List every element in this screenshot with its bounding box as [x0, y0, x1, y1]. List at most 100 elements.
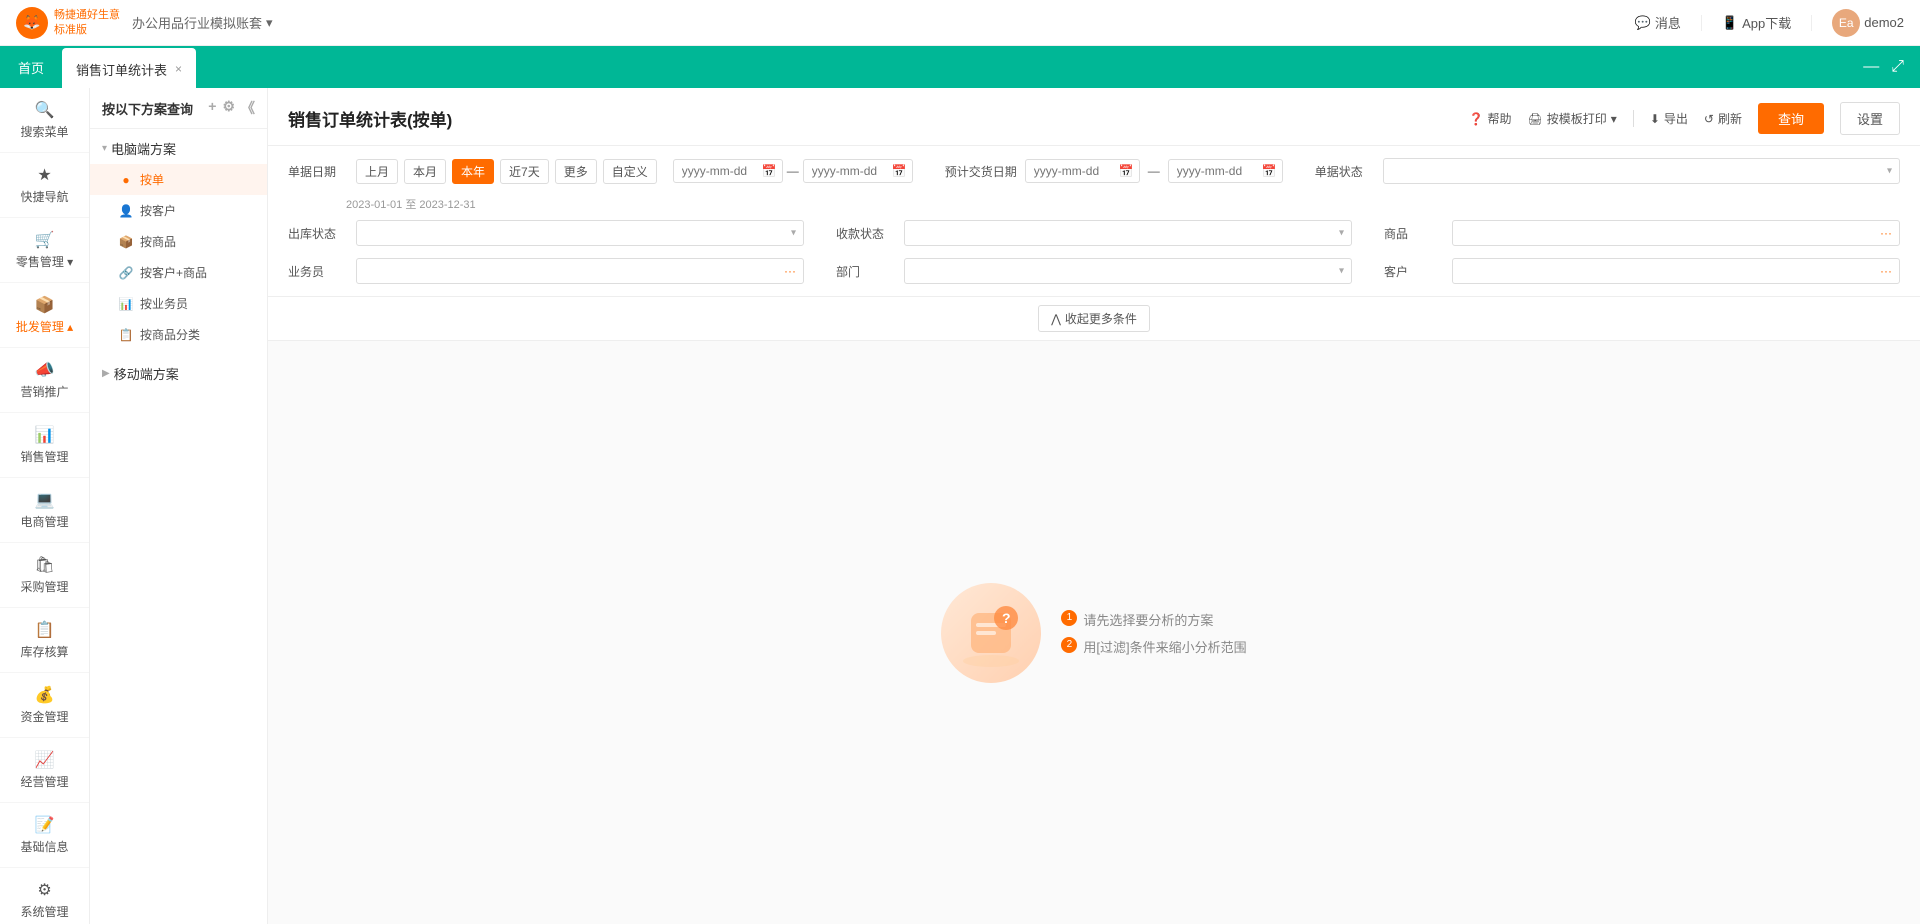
- product-input[interactable]: [1452, 220, 1900, 246]
- sidebar-item-operations[interactable]: 📈 经营管理: [0, 738, 89, 803]
- delivery-status-label: 出库状态: [288, 225, 348, 242]
- help-icon: ❓: [1469, 112, 1484, 126]
- sales-icon: 📊: [0, 425, 89, 445]
- app-logo[interactable]: 🦊 畅捷通好生意 标准版: [16, 7, 120, 39]
- tree-section-pc: ▾ 电脑端方案 ● 按单 👤 按客户 📦 按商品 🔗 按客户+商品 📊 按业: [90, 129, 267, 354]
- custom-btn[interactable]: 自定义: [603, 159, 657, 184]
- refresh-icon: ↺: [1704, 112, 1714, 126]
- doc-status-select[interactable]: [1383, 158, 1900, 184]
- divider2: [1811, 15, 1812, 31]
- left-panel-header-icons: + ⚙ 《: [208, 98, 255, 118]
- sidebar-item-quick-nav[interactable]: ★ 快捷导航: [0, 153, 89, 218]
- salesperson-input[interactable]: [356, 258, 804, 284]
- filter-row-3: 业务员 ··· 部门 ▾ 客户: [288, 258, 1900, 284]
- date-button-group: 上月 本月 本年 近7天 更多 自定义: [356, 159, 657, 184]
- app-download-button[interactable]: 📱 App下载: [1722, 13, 1791, 32]
- help-button[interactable]: ❓ 帮助: [1469, 110, 1512, 127]
- print-button[interactable]: 🖨 按模板打印 ▾: [1528, 110, 1634, 127]
- product-icon: 📦: [118, 234, 134, 250]
- wholesale-icon: 📦: [0, 295, 89, 315]
- message-icon: 💬: [1635, 15, 1651, 31]
- tree-parent-mobile[interactable]: ▶ 移动端方案: [90, 358, 267, 389]
- department-label: 部门: [836, 263, 896, 280]
- svg-text:?: ?: [1002, 610, 1011, 626]
- cal-expected-to-icon: 📅: [1262, 164, 1277, 178]
- filter-row-1: 单据日期 上月 本月 本年 近7天 更多 自定义 📅 —: [288, 158, 1900, 184]
- sidebar-item-retail[interactable]: 🛒 零售管理 ▾: [0, 218, 89, 283]
- cust-prod-icon: 🔗: [118, 265, 134, 281]
- sidebar-item-inventory[interactable]: 📋 库存核算: [0, 608, 89, 673]
- tab-active[interactable]: 销售订单统计表 ×: [62, 48, 196, 90]
- category-icon: 📋: [118, 327, 134, 343]
- message-button[interactable]: 💬 消息: [1635, 13, 1681, 32]
- tab-home[interactable]: 首页: [0, 46, 62, 88]
- salesperson-tree-icon: 📊: [118, 296, 134, 312]
- main-layout: 🔍 搜索菜单 ★ 快捷导航 🛒 零售管理 ▾ 📦 批发管理 ▴ 📣 营销推广 📊…: [0, 88, 1920, 924]
- calendar-from-icon: 📅: [762, 164, 777, 178]
- empty-tips: 1 请先选择要分析的方案 2 用[过滤]条件来缩小分析范围: [1061, 610, 1246, 656]
- tree-child-by-customer[interactable]: 👤 按客户: [90, 195, 267, 226]
- settings-plan-icon[interactable]: ⚙: [222, 98, 235, 118]
- delivery-status-select[interactable]: [356, 220, 804, 246]
- tree-mobile-arrow-icon: ▶: [102, 368, 110, 379]
- more-btn[interactable]: 更多: [555, 159, 597, 184]
- customer-input[interactable]: [1452, 258, 1900, 284]
- filter-row-2: 出库状态 ▾ 收款状态 ▾ 商品: [288, 220, 1900, 246]
- query-button[interactable]: 查询: [1758, 103, 1824, 134]
- print-icon: 🖨: [1528, 112, 1543, 126]
- purchase-icon: 🛍: [0, 555, 89, 575]
- export-button[interactable]: ⬇ 导出: [1650, 110, 1688, 127]
- tree-child-by-cust-prod[interactable]: 🔗 按客户+商品: [90, 257, 267, 288]
- filter-area: 单据日期 上月 本月 本年 近7天 更多 自定义 📅 —: [268, 146, 1920, 297]
- topbar-right: 💬 消息 📱 App下载 Ea demo2: [1635, 9, 1904, 37]
- customer-icon: 👤: [118, 203, 134, 219]
- star-icon: ★: [0, 165, 89, 185]
- page-title: 销售订单统计表(按单): [288, 106, 452, 131]
- tab-minimize-icon[interactable]: —: [1863, 58, 1879, 76]
- title-arrow-icon: ▾: [266, 15, 273, 31]
- collapse-icon: ⋀: [1051, 312, 1061, 326]
- content-area: 销售订单统计表(按单) ❓ 帮助 🖨 按模板打印 ▾ ⬇ 导出: [268, 88, 1920, 924]
- add-plan-icon[interactable]: +: [208, 98, 216, 118]
- topbar: 🦊 畅捷通好生意 标准版 办公用品行业模拟账套 ▾ 💬 消息 📱 App下载 E…: [0, 0, 1920, 46]
- left-panel: 按以下方案查询 + ⚙ 《 ▾ 电脑端方案 ● 按单 👤 按客户 📦 按商: [90, 88, 268, 924]
- refresh-button[interactable]: ↺ 刷新: [1704, 110, 1742, 127]
- tip-num-2: 2: [1061, 637, 1077, 653]
- finance-icon: 💰: [0, 685, 89, 705]
- sidebar-item-wholesale[interactable]: 📦 批发管理 ▴: [0, 283, 89, 348]
- sidebar-item-search-menu[interactable]: 🔍 搜索菜单: [0, 88, 89, 153]
- collapse-row: ⋀ 收起更多条件: [268, 297, 1920, 341]
- app-title: 办公用品行业模拟账套 ▾: [132, 13, 273, 32]
- this-year-btn[interactable]: 本年: [452, 159, 494, 184]
- sidebar-item-system[interactable]: ⚙ 系统管理: [0, 868, 89, 924]
- search-icon: 🔍: [0, 100, 89, 120]
- date-separator: —: [787, 164, 799, 178]
- settings-button[interactable]: 设置: [1840, 102, 1900, 135]
- tree-child-by-salesperson[interactable]: 📊 按业务员: [90, 288, 267, 319]
- tab-maximize-icon[interactable]: ⤢: [1891, 58, 1904, 76]
- payment-status-select[interactable]: [904, 220, 1352, 246]
- prev-month-btn[interactable]: 上月: [356, 159, 398, 184]
- date-range-text: 2023-01-01 至 2023-12-31: [346, 199, 476, 211]
- department-select[interactable]: [904, 258, 1352, 284]
- 7days-btn[interactable]: 近7天: [500, 159, 549, 184]
- chevron-down-icon: ▾: [67, 255, 73, 269]
- sidebar-item-sales[interactable]: 📊 销售管理: [0, 413, 89, 478]
- marketing-icon: 📣: [0, 360, 89, 380]
- tree-child-by-order[interactable]: ● 按单: [90, 164, 267, 195]
- sidebar-item-ecommerce[interactable]: 💻 电商管理: [0, 478, 89, 543]
- tree-child-by-product[interactable]: 📦 按商品: [90, 226, 267, 257]
- tab-close-icon[interactable]: ×: [175, 62, 182, 76]
- tree-parent-pc[interactable]: ▾ 电脑端方案: [90, 133, 267, 164]
- sidebar-item-finance[interactable]: 💰 资金管理: [0, 673, 89, 738]
- tree-child-by-category[interactable]: 📋 按商品分类: [90, 319, 267, 350]
- sidebar-item-basic[interactable]: 📝 基础信息: [0, 803, 89, 868]
- curr-month-btn[interactable]: 本月: [404, 159, 446, 184]
- sidebar-item-purchase[interactable]: 🛍 采购管理: [0, 543, 89, 608]
- product-filter-label: 商品: [1384, 225, 1444, 242]
- tip-num-1: 1: [1061, 610, 1077, 626]
- user-menu[interactable]: Ea demo2: [1832, 9, 1904, 37]
- collapse-panel-icon[interactable]: 《: [241, 98, 255, 118]
- collapse-more-btn[interactable]: ⋀ 收起更多条件: [1038, 305, 1150, 332]
- sidebar-item-marketing[interactable]: 📣 营销推广: [0, 348, 89, 413]
